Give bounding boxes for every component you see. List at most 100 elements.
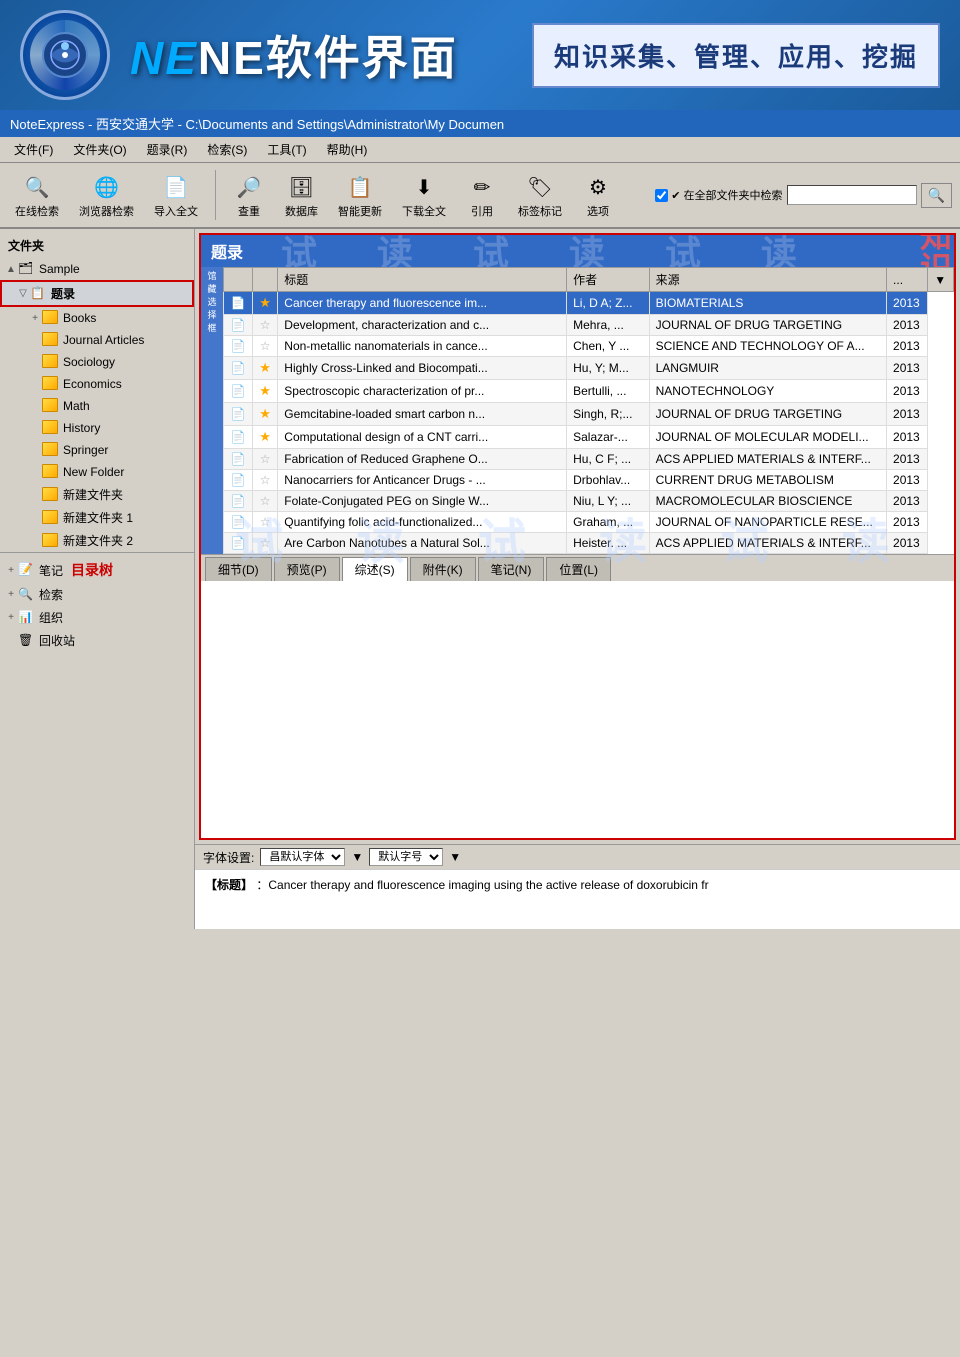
col-header-extra[interactable]: ... bbox=[887, 268, 928, 292]
table-row[interactable]: 📄★Cancer therapy and fluorescence im...L… bbox=[224, 292, 954, 315]
toolbar-btn-options[interactable]: ⚙ 选项 bbox=[575, 167, 621, 223]
books-icon bbox=[42, 310, 60, 326]
table-row[interactable]: 📄☆Are Carbon Nanotubes a Natural Sol...H… bbox=[224, 533, 954, 554]
search-button[interactable]: 🔍 bbox=[921, 183, 952, 208]
table-row[interactable]: 📄☆Development, characterization and c...… bbox=[224, 315, 954, 336]
row-star[interactable]: ☆ bbox=[252, 533, 277, 554]
tree-item-books[interactable]: + Books bbox=[0, 307, 194, 329]
expand-books: + bbox=[28, 313, 42, 324]
toolbar-btn-download[interactable]: ⬇ 下载全文 bbox=[395, 167, 453, 223]
row-star[interactable]: ☆ bbox=[252, 336, 277, 357]
menu-folder[interactable]: 文件夹(O) bbox=[67, 139, 132, 160]
online-search-icon: 🔍 bbox=[21, 171, 53, 203]
tree-item-economics[interactable]: Economics bbox=[0, 373, 194, 395]
table-row[interactable]: 📄★Spectroscopic characterization of pr..… bbox=[224, 380, 954, 403]
toolbar-btn-cite[interactable]: ✏ 引用 bbox=[459, 167, 505, 223]
notes-icon: 📝 bbox=[18, 562, 36, 578]
search-checkbox-input[interactable] bbox=[655, 189, 668, 202]
row-title: Development, characterization and c... bbox=[278, 315, 567, 336]
table-row[interactable]: 📄☆Quantifying folic acid-functionalized.… bbox=[224, 512, 954, 533]
abstract-area: 【标题】 ：Cancer therapy and fluorescence im… bbox=[195, 869, 960, 929]
table-row[interactable]: 📄☆Fabrication of Reduced Graphene O...Hu… bbox=[224, 449, 954, 470]
row-source: JOURNAL OF NANOPARTICLE RESE... bbox=[649, 512, 886, 533]
search-input[interactable] bbox=[787, 185, 917, 205]
tree-item-newfolder[interactable]: New Folder bbox=[0, 461, 194, 483]
row-star[interactable]: ☆ bbox=[252, 491, 277, 512]
newf3-label: 新建文件夹 2 bbox=[63, 532, 133, 549]
table-row[interactable]: 📄★Computational design of a CNT carri...… bbox=[224, 426, 954, 449]
table-row[interactable]: 📄★Highly Cross-Linked and Biocompati...H… bbox=[224, 357, 954, 380]
tree-item-notes[interactable]: + 📝 笔记 目录树 bbox=[0, 557, 194, 583]
tree-item-springer[interactable]: Springer bbox=[0, 439, 194, 461]
title-bar-text: NoteExpress - 西安交通大学 - C:\Documents and … bbox=[10, 117, 504, 132]
tab-preview[interactable]: 预览(P) bbox=[274, 557, 340, 581]
row-star[interactable]: ★ bbox=[252, 292, 277, 315]
springer-label: Springer bbox=[63, 443, 108, 457]
tree-item-sample[interactable]: ▲ 🗂 Sample bbox=[0, 258, 194, 280]
tree-item-newf1[interactable]: 新建文件夹 bbox=[0, 483, 194, 506]
toolbar-btn-browser-search[interactable]: 🌐 浏览器检索 bbox=[72, 167, 141, 223]
menu-help[interactable]: 帮助(H) bbox=[321, 139, 374, 160]
menu-tools[interactable]: 工具(T) bbox=[261, 139, 312, 160]
sidebar-label-ze: 择 bbox=[204, 308, 221, 321]
tab-detail[interactable]: 细节(D) bbox=[205, 557, 272, 581]
row-year: 2013 bbox=[887, 403, 928, 426]
row-star[interactable]: ☆ bbox=[252, 315, 277, 336]
tree-item-sociology[interactable]: Sociology bbox=[0, 351, 194, 373]
tab-attachment[interactable]: 附件(K) bbox=[410, 557, 476, 581]
toolbar-btn-tag[interactable]: 🏷 标签标记 bbox=[511, 167, 569, 223]
row-icon: 📄 bbox=[224, 315, 253, 336]
font-name-select[interactable]: 昌默认字体 bbox=[260, 848, 345, 866]
sidebar-label-kuang: 框 bbox=[204, 321, 221, 334]
tab-location[interactable]: 位置(L) bbox=[546, 557, 611, 581]
toolbar-btn-import[interactable]: 📄 导入全文 bbox=[147, 167, 205, 223]
import-icon: 📄 bbox=[160, 171, 192, 203]
row-star[interactable]: ★ bbox=[252, 357, 277, 380]
tree-item-recycle[interactable]: 🗑 回收站 bbox=[0, 629, 194, 652]
row-star[interactable]: ★ bbox=[252, 403, 277, 426]
row-star[interactable]: ☆ bbox=[252, 449, 277, 470]
col-header-author[interactable]: 作者 bbox=[567, 268, 650, 292]
tree-item-newf2[interactable]: 新建文件夹 1 bbox=[0, 506, 194, 529]
economics-icon bbox=[42, 376, 60, 392]
row-star[interactable]: ☆ bbox=[252, 470, 277, 491]
row-author: Graham, ... bbox=[567, 512, 650, 533]
tree-item-newf3[interactable]: 新建文件夹 2 bbox=[0, 529, 194, 552]
menu-records[interactable]: 题录(R) bbox=[141, 139, 194, 160]
menu-search[interactable]: 检索(S) bbox=[201, 139, 253, 160]
sociology-icon bbox=[42, 354, 60, 370]
tree-item-org[interactable]: + 📊 组织 bbox=[0, 606, 194, 629]
newf2-label: 新建文件夹 1 bbox=[63, 509, 133, 526]
recycle-label: 回收站 bbox=[39, 632, 75, 649]
tree-item-search2[interactable]: + 🔍 检索 bbox=[0, 583, 194, 606]
toolbar-btn-smart-update[interactable]: 📋 智能更新 bbox=[331, 167, 389, 223]
row-year: 2013 bbox=[887, 357, 928, 380]
tree-item-records[interactable]: ▽ 📋 题录 bbox=[0, 280, 194, 307]
row-star[interactable]: ★ bbox=[252, 426, 277, 449]
tree-item-journal[interactable]: Journal Articles bbox=[0, 329, 194, 351]
tree-item-math[interactable]: Math bbox=[0, 395, 194, 417]
title-bar: NoteExpress - 西安交通大学 - C:\Documents and … bbox=[0, 110, 960, 137]
col-header-title[interactable]: 标题 bbox=[278, 268, 567, 292]
search-checkbox-label[interactable]: ✔ 在全部文件夹中检索 bbox=[655, 187, 782, 203]
row-star[interactable]: ★ bbox=[252, 380, 277, 403]
table-row[interactable]: 📄☆Non-metallic nanomaterials in cance...… bbox=[224, 336, 954, 357]
toolbar-btn-database[interactable]: 🗄 数据库 bbox=[278, 167, 325, 223]
col-header-source[interactable]: 来源 bbox=[649, 268, 886, 292]
row-author: Li, D A; Z... bbox=[567, 292, 650, 315]
tab-summary[interactable]: 综述(S) bbox=[342, 557, 408, 581]
vertical-sidebar: 馆 藏 选 择 框 bbox=[201, 267, 223, 554]
row-icon: 📄 bbox=[224, 533, 253, 554]
table-row[interactable]: 📄☆Nanocarriers for Anticancer Drugs - ..… bbox=[224, 470, 954, 491]
toolbar-btn-online-search[interactable]: 🔍 在线检索 bbox=[8, 167, 66, 223]
row-author: Niu, L Y; ... bbox=[567, 491, 650, 512]
table-row[interactable]: 📄★Gemcitabine-loaded smart carbon n...Si… bbox=[224, 403, 954, 426]
newfolder-icon bbox=[42, 464, 60, 480]
font-size-select[interactable]: 默认字号 bbox=[369, 848, 443, 866]
menu-file[interactable]: 文件(F) bbox=[8, 139, 59, 160]
tab-notes[interactable]: 笔记(N) bbox=[478, 557, 545, 581]
tree-item-history[interactable]: History bbox=[0, 417, 194, 439]
toolbar-btn-dedup[interactable]: 🔎 查重 bbox=[226, 167, 272, 223]
row-star[interactable]: ☆ bbox=[252, 512, 277, 533]
table-row[interactable]: 📄☆Folate-Conjugated PEG on Single W...Ni… bbox=[224, 491, 954, 512]
